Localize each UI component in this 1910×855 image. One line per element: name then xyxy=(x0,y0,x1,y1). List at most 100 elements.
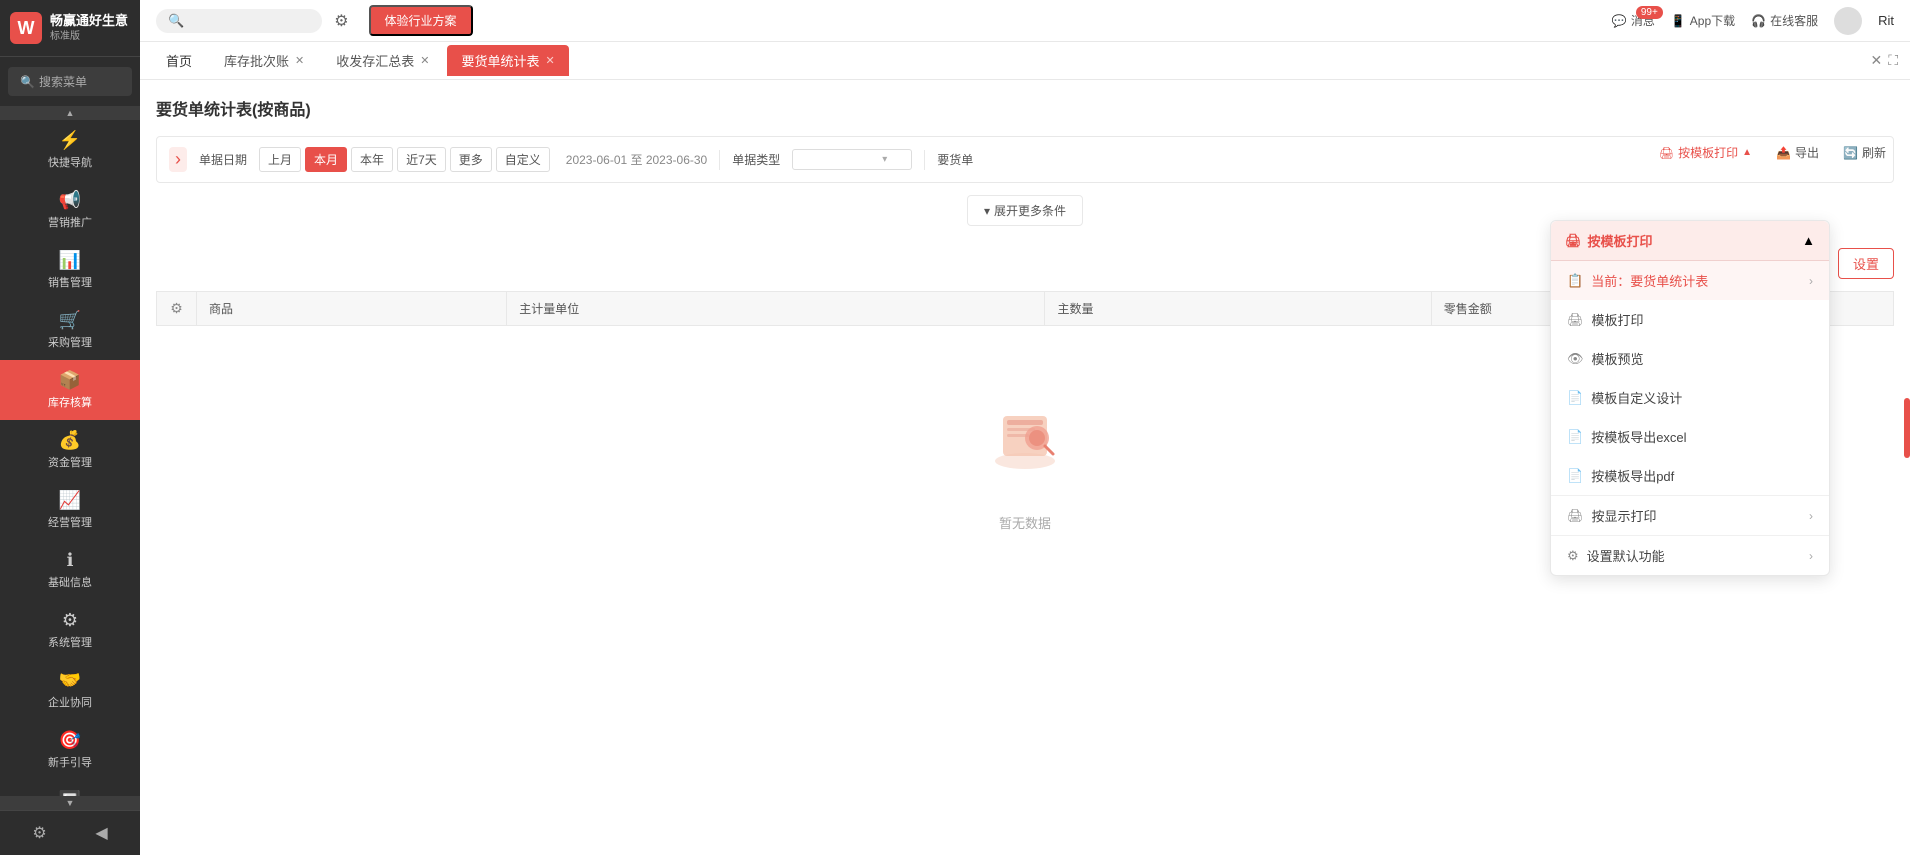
print-dropdown-arrow: ▲ xyxy=(1742,147,1752,158)
print-icon: 🖨 xyxy=(1659,146,1674,160)
scroll-down-btn[interactable]: ▼ xyxy=(0,796,140,810)
more-btn[interactable]: 更多 xyxy=(450,147,492,172)
sidebar-footer: ⚙ ◀ xyxy=(0,810,140,855)
dropdown-item-template-export-pdf[interactable]: 📄 按模板导出pdf xyxy=(1551,456,1829,495)
search-label: 搜索菜单 xyxy=(39,73,87,90)
current-template-icon: 📋 xyxy=(1567,273,1583,289)
close-receipt-summary-tab[interactable]: ✕ xyxy=(420,54,429,67)
app-download-button[interactable]: 📱 App下载 xyxy=(1671,12,1735,29)
date-filter-label: 单据日期 xyxy=(199,151,247,168)
type-filter-select[interactable]: ▾ xyxy=(792,149,912,170)
print-dropdown-header-label: 按模板打印 xyxy=(1588,231,1653,250)
expand-more-btn[interactable]: ▾ 展开更多条件 xyxy=(967,195,1083,226)
nav-icon-app-center: 🔲 xyxy=(59,790,81,796)
user-avatar[interactable] xyxy=(1834,7,1862,35)
nav-icon-finance: 💰 xyxy=(59,430,81,451)
dropdown-item-current[interactable]: 📋 当前：要货单统计表 › xyxy=(1551,261,1829,300)
page-content: 要货单统计表(按商品) 🖨 按模板打印 ▲ 📤 导出 🔄 刷新 › 单据日期 上… xyxy=(140,80,1910,855)
search-icon: 🔍 xyxy=(20,75,35,89)
close-all-tabs-icon[interactable]: ✕ xyxy=(1870,52,1882,69)
prev-month-btn[interactable]: 上月 xyxy=(259,147,301,172)
set-default-label: 设置默认功能 xyxy=(1587,546,1665,565)
sidebar-item-label: 新手引导 xyxy=(48,754,92,770)
sidebar-item-purchase[interactable]: 🛒 采购管理 xyxy=(0,300,140,360)
custom-btn[interactable]: 自定义 xyxy=(496,147,550,172)
close-order-stats-tab[interactable]: ✕ xyxy=(546,54,555,67)
dropdown-item-set-default[interactable]: ⚙ 设置默认功能 › xyxy=(1551,536,1829,575)
export-label: 导出 xyxy=(1795,144,1819,161)
sidebar-item-system[interactable]: ⚙ 系统管理 xyxy=(0,600,140,660)
template-design-icon: 📄 xyxy=(1567,390,1583,406)
tab-inventory-batch[interactable]: 库存批次账 ✕ xyxy=(210,45,318,76)
print-dropdown-collapse-btn[interactable]: ▲ xyxy=(1802,233,1815,248)
nav-icon-system: ⚙ xyxy=(62,610,78,631)
type-select-chevron: ▾ xyxy=(882,154,887,165)
topbar-search-icon: 🔍 xyxy=(168,13,184,29)
export-button[interactable]: 📤 导出 xyxy=(1768,140,1827,165)
expand-more-label: 展开更多条件 xyxy=(994,202,1066,219)
tab-home[interactable]: 首页 xyxy=(152,45,206,76)
sidebar-item-basic-info[interactable]: ℹ 基础信息 xyxy=(0,540,140,600)
trial-button[interactable]: 体验行业方案 xyxy=(369,5,473,36)
message-icon: 💬 xyxy=(1612,14,1627,28)
print-template-button[interactable]: 🖨 按模板打印 ▲ xyxy=(1651,140,1760,165)
nav-icon-basic-info: ℹ xyxy=(67,550,74,571)
scroll-up-btn[interactable]: ▲ xyxy=(0,106,140,120)
order-status-label: 要货单 xyxy=(937,151,973,168)
filter-expand-icon[interactable]: › xyxy=(169,147,187,172)
chevron-up-icon: ▲ xyxy=(66,108,75,118)
sidebar-item-inventory[interactable]: 📦 库存核算 xyxy=(0,360,140,420)
topbar-search-input[interactable] xyxy=(190,14,310,28)
dropdown-item-template-print[interactable]: 🖨 模板打印 xyxy=(1551,300,1829,339)
nav-icon-sales: 📊 xyxy=(59,250,81,271)
current-template-arrow: › xyxy=(1809,274,1813,288)
nav-icon-operations: 📈 xyxy=(59,490,81,511)
sidebar-item-operations[interactable]: 📈 经营管理 xyxy=(0,480,140,540)
sidebar-item-enterprise[interactable]: 🤝 企业协同 xyxy=(0,660,140,720)
dropdown-item-template-preview[interactable]: 👁 模板预览 xyxy=(1551,339,1829,378)
dropdown-item-display-print[interactable]: 🖨 按显示打印 › xyxy=(1551,496,1829,535)
online-service-button[interactable]: 🎧 在线客服 xyxy=(1751,12,1818,29)
sidebar-item-sales[interactable]: 📊 销售管理 xyxy=(0,240,140,300)
dropdown-item-template-export-excel[interactable]: 📄 按模板导出excel xyxy=(1551,417,1829,456)
sidebar-item-marketing[interactable]: 📢 营销推广 xyxy=(0,180,140,240)
scroll-indicator xyxy=(1904,398,1910,458)
refresh-button[interactable]: 🔄 刷新 xyxy=(1835,140,1894,165)
template-export-excel-icon: 📄 xyxy=(1567,429,1583,445)
app-logo: W 畅赢通好生意 标准版 xyxy=(0,0,140,57)
messages-badge: 99+ xyxy=(1636,6,1663,19)
dropdown-item-template-custom-design[interactable]: 📄 模板自定义设计 xyxy=(1551,378,1829,417)
sidebar-item-finance[interactable]: 💰 资金管理 xyxy=(0,420,140,480)
tab-receipt-summary[interactable]: 收发存汇总表 ✕ xyxy=(322,45,443,76)
sidebar-item-quick-nav[interactable]: ⚡ 快捷导航 xyxy=(0,120,140,180)
page-header-actions: 🖨 按模板打印 ▲ 📤 导出 🔄 刷新 xyxy=(1651,140,1894,165)
last-7-days-btn[interactable]: 近7天 xyxy=(397,147,446,172)
nav-icon-enterprise: 🤝 xyxy=(59,670,81,691)
column-settings[interactable]: ⚙ xyxy=(157,292,197,326)
sidebar-item-label: 营销推广 xyxy=(48,214,92,230)
collapse-icon[interactable]: ◀ xyxy=(95,823,107,843)
this-year-btn[interactable]: 本年 xyxy=(351,147,393,172)
column-product: 商品 xyxy=(197,292,507,326)
refresh-label: 刷新 xyxy=(1862,144,1886,161)
tab-order-stats[interactable]: 要货单统计表 ✕ xyxy=(447,45,568,76)
column-gear-icon[interactable]: ⚙ xyxy=(170,300,183,316)
print-dropdown-header: 🖨 按模板打印 ▲ xyxy=(1551,221,1829,261)
template-preview-label: 模板预览 xyxy=(1592,349,1644,368)
sidebar-item-new-guide[interactable]: 🎯 新手引导 xyxy=(0,720,140,780)
settings-button[interactable]: 设置 xyxy=(1838,248,1894,279)
nav-icon-marketing: 📢 xyxy=(59,190,81,211)
sidebar-search[interactable]: 🔍 搜索菜单 xyxy=(8,67,132,96)
expand-tabs-icon[interactable]: ⛶ xyxy=(1888,52,1898,69)
topbar-search-box[interactable]: 🔍 xyxy=(156,9,322,33)
messages-button[interactable]: 💬 消息 99+ xyxy=(1612,12,1655,29)
this-month-btn[interactable]: 本月 xyxy=(305,147,347,172)
sidebar-item-app-center[interactable]: 🔲 应用中心 xyxy=(0,780,140,796)
topbar-gear-icon[interactable]: ⚙ xyxy=(334,11,348,31)
home-tab-label: 首页 xyxy=(166,51,192,70)
app-edition: 标准版 xyxy=(50,30,128,43)
close-inventory-batch-tab[interactable]: ✕ xyxy=(295,54,304,67)
settings-icon[interactable]: ⚙ xyxy=(32,823,46,843)
dropdown-section-display: 🖨 按显示打印 › xyxy=(1551,495,1829,535)
template-custom-design-label: 模板自定义设计 xyxy=(1591,388,1682,407)
